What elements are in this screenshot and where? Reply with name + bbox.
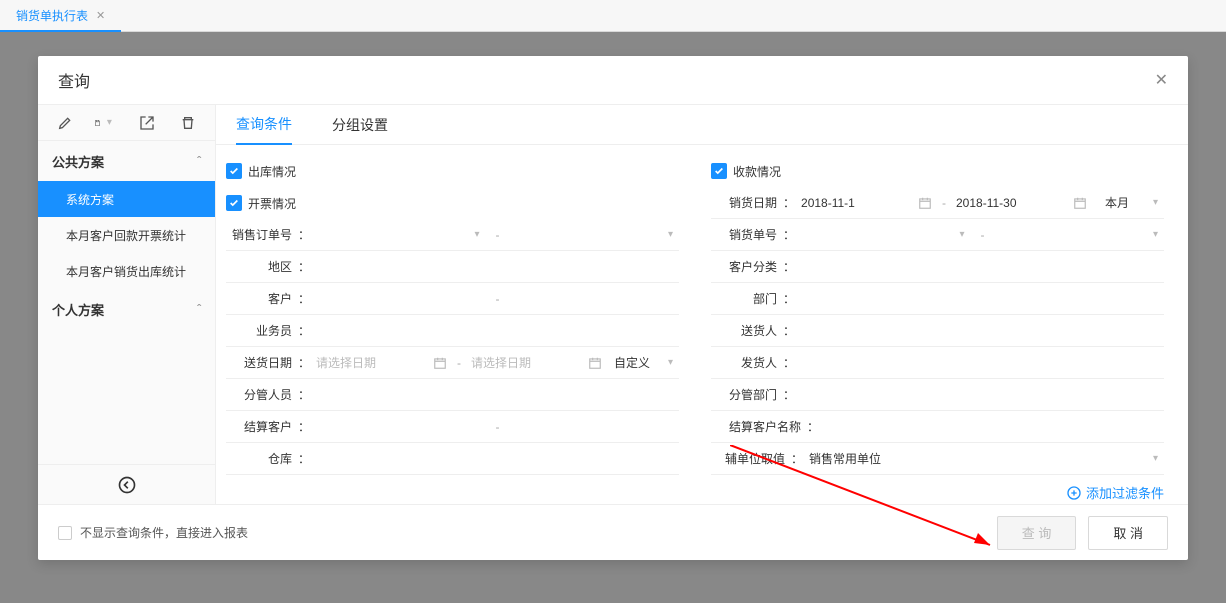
chevron-down-icon: ▾: [468, 229, 485, 240]
checkbox-icon: [226, 195, 242, 211]
modal-overlay: 查询 ✕ ▾: [0, 32, 1226, 603]
field-sales-order-no[interactable]: 销售订单号： ▾ - ▾: [226, 219, 679, 251]
field-aux-unit[interactable]: 辅单位取值： 销售常用单位 ▾: [711, 443, 1164, 475]
tab-query-conditions[interactable]: 查询条件: [236, 105, 292, 145]
sidebar-item-system-plan[interactable]: 系统方案: [38, 181, 215, 217]
public-plans-label: 公共方案: [52, 152, 104, 171]
chevron-down-icon: ▾: [953, 229, 970, 240]
chevron-down-icon: ▾: [1147, 453, 1164, 464]
field-deliver-date[interactable]: 送货日期： 请选择日期 - 请选择日期 自定义 ▾: [226, 347, 679, 379]
field-settle-customer[interactable]: 结算客户： -: [226, 411, 679, 443]
cancel-button[interactable]: 取 消: [1088, 516, 1168, 550]
chevron-down-icon: ▾: [1147, 197, 1164, 208]
tab-group-settings[interactable]: 分组设置: [332, 105, 388, 145]
checkbox-receipt[interactable]: 收款情况: [711, 155, 1164, 187]
chevron-up-icon: ˆ: [197, 154, 201, 168]
field-deliverer[interactable]: 送货人：: [711, 315, 1164, 347]
close-icon[interactable]: ✕: [1155, 70, 1168, 90]
personal-plans-header[interactable]: 个人方案 ˆ: [38, 289, 215, 329]
left-column: 出库情况 开票情况 销售订单号： ▾: [226, 155, 679, 475]
public-plans-header[interactable]: 公共方案 ˆ: [38, 141, 215, 181]
sidebar-item-label: 本月客户回款开票统计: [66, 227, 186, 244]
calendar-icon: [918, 196, 932, 210]
sidebar-item-sales-outbound[interactable]: 本月客户销货出库统计: [38, 253, 215, 289]
export-icon[interactable]: [135, 111, 159, 135]
checkbox-icon: [226, 163, 242, 179]
personal-plans-label: 个人方案: [52, 300, 104, 319]
delete-icon[interactable]: [176, 111, 200, 135]
checkbox-icon: [711, 163, 727, 179]
sidebar-item-label: 系统方案: [66, 191, 114, 208]
checkbox-invoice[interactable]: 开票情况: [226, 187, 679, 219]
modal-title: 查询: [58, 68, 90, 92]
query-button[interactable]: 查 询: [997, 516, 1077, 550]
sidebar: ▾ 公共方案 ˆ 系统方案: [38, 105, 216, 504]
field-dept[interactable]: 部门：: [711, 283, 1164, 315]
back-icon[interactable]: [117, 475, 137, 495]
checkbox-outbound[interactable]: 出库情况: [226, 155, 679, 187]
main-panel: 查询条件 分组设置 出库情况: [216, 105, 1188, 504]
field-warehouse[interactable]: 仓库：: [226, 443, 679, 475]
plus-icon: [1066, 485, 1082, 501]
field-in-charge-dept[interactable]: 分管部门：: [711, 379, 1164, 411]
skip-query-checkbox[interactable]: [58, 526, 72, 540]
field-in-charge-person[interactable]: 分管人员：: [226, 379, 679, 411]
save-icon[interactable]: ▾: [94, 111, 118, 135]
right-column: 收款情况 销货日期： 2018-11-1 - 2018-11-30: [711, 155, 1164, 475]
calendar-icon: [588, 356, 602, 370]
chevron-down-icon: ▾: [662, 229, 679, 240]
query-modal: 查询 ✕ ▾: [38, 56, 1188, 560]
field-shipper[interactable]: 发货人：: [711, 347, 1164, 379]
skip-query-label: 不显示查询条件，直接进入报表: [80, 524, 248, 541]
field-customer-cat[interactable]: 客户分类：: [711, 251, 1164, 283]
page-tab[interactable]: 销货单执行表 ✕: [0, 0, 121, 32]
modal-header: 查询 ✕: [38, 56, 1188, 104]
close-icon[interactable]: ✕: [96, 9, 105, 22]
tab-bar: 查询条件 分组设置: [216, 105, 1188, 145]
calendar-icon: [433, 356, 447, 370]
sidebar-item-receipt-invoice[interactable]: 本月客户回款开票统计: [38, 217, 215, 253]
field-salesman[interactable]: 业务员：: [226, 315, 679, 347]
chevron-down-icon: ▾: [662, 357, 679, 368]
add-filter-button[interactable]: 添加过滤条件: [1066, 483, 1164, 502]
sidebar-item-label: 本月客户销货出库统计: [66, 263, 186, 280]
field-sales-no[interactable]: 销货单号： ▾ - ▾: [711, 219, 1164, 251]
page-tab-label: 销货单执行表: [16, 7, 88, 24]
chevron-up-icon: ˆ: [197, 302, 201, 316]
chevron-down-icon: ▾: [1147, 229, 1164, 240]
edit-icon[interactable]: [53, 111, 77, 135]
field-sales-date[interactable]: 销货日期： 2018-11-1 - 2018-11-30 本月 ▾: [711, 187, 1164, 219]
calendar-icon: [1073, 196, 1087, 210]
sidebar-toolbar: ▾: [38, 105, 215, 141]
field-settle-customer-name[interactable]: 结算客户名称：: [711, 411, 1164, 443]
field-region[interactable]: 地区：: [226, 251, 679, 283]
modal-footer: 不显示查询条件，直接进入报表 查 询 取 消: [38, 504, 1188, 560]
field-customer[interactable]: 客户： -: [226, 283, 679, 315]
